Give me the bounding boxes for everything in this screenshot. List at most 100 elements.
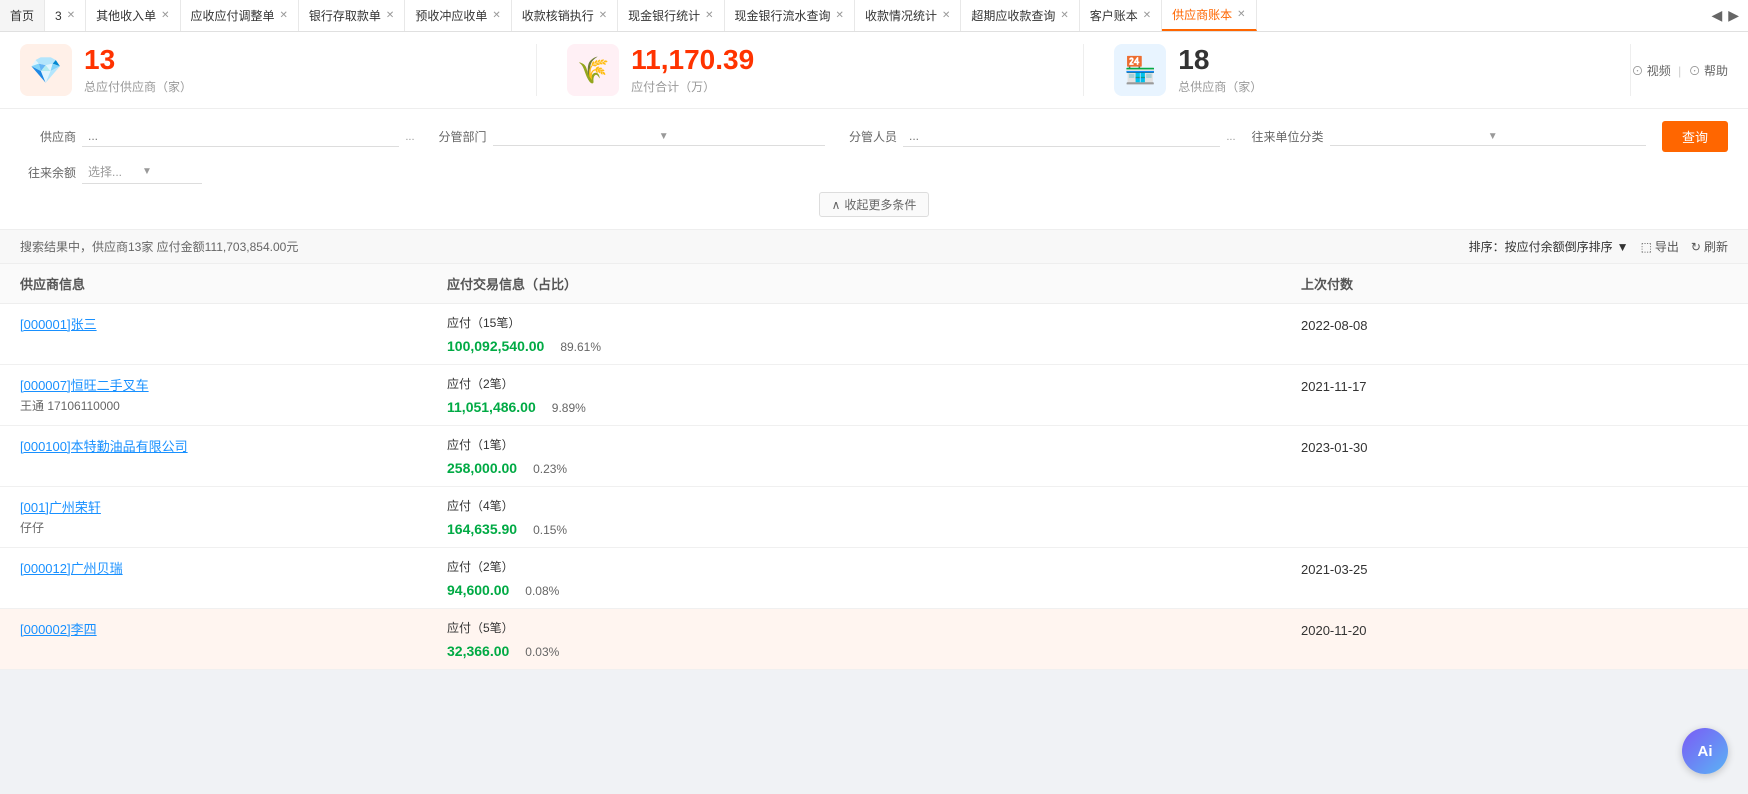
nav-left-arrow[interactable]: ◀ bbox=[1708, 7, 1725, 24]
supplier-expand-icon[interactable]: ... bbox=[405, 131, 414, 143]
nav-item-home[interactable]: 首页 bbox=[0, 0, 45, 31]
table-row: [000001]张三 应付（15笔） 100,092,540.00 89.61%… bbox=[0, 304, 1748, 365]
nav-item-cash-bank-stat[interactable]: 现金银行统计 ✕ bbox=[618, 0, 724, 31]
tx-row: 32,366.00 0.03% bbox=[447, 640, 1301, 659]
nav-item-overdue-ar[interactable]: 超期应收款查询 ✕ bbox=[961, 0, 1079, 31]
dept-select[interactable]: ▼ bbox=[493, 128, 826, 146]
supplier-info-cell: [000007]恒旺二手叉车 王通 17106110000 bbox=[20, 375, 447, 414]
circle-icon: ⊙ bbox=[1631, 64, 1643, 78]
tx-row: 100,092,540.00 89.61% bbox=[447, 335, 1301, 354]
ai-assistant-button[interactable]: Ai bbox=[1682, 728, 1728, 774]
supplier-link[interactable]: [000007]恒旺二手叉车 bbox=[20, 375, 447, 394]
payable-suppliers-number: 13 bbox=[84, 45, 192, 76]
nav-item-receipt-stat[interactable]: 收款情况统计 ✕ bbox=[855, 0, 961, 31]
nav-item-customer-ledger[interactable]: 客户账本 ✕ bbox=[1080, 0, 1162, 31]
nav-item-other-income[interactable]: 其他收入单 ✕ bbox=[86, 0, 180, 31]
last-pay-cell: 2020-11-20 bbox=[1301, 619, 1728, 638]
export-icon: ⬚ bbox=[1641, 240, 1652, 254]
tx-label: 应付（5笔） bbox=[447, 619, 1301, 636]
search-button[interactable]: 查询 bbox=[1662, 121, 1728, 152]
person-label: 分管人员 bbox=[841, 128, 897, 145]
close-icon[interactable]: ✕ bbox=[942, 10, 950, 21]
table-header: 供应商信息 应付交易信息（占比） 上次付数 bbox=[0, 264, 1748, 304]
tx-info-cell: 应付（15笔） 100,092,540.00 89.61% bbox=[447, 314, 1301, 354]
table-body: [000001]张三 应付（15笔） 100,092,540.00 89.61%… bbox=[0, 304, 1748, 670]
supplier-link[interactable]: [000001]张三 bbox=[20, 314, 447, 333]
video-help-links: ⊙ 视频 | ⊙ 帮助 bbox=[1631, 62, 1728, 79]
collapse-button[interactable]: ∧ 收起更多条件 bbox=[819, 192, 930, 217]
store-icon: 🏪 bbox=[1114, 44, 1166, 96]
nav-item-ar-ap-adjust[interactable]: 应收应付调整单 ✕ bbox=[181, 0, 299, 31]
person-input[interactable] bbox=[903, 126, 1220, 147]
filter-person: 分管人员 ... bbox=[841, 126, 1236, 147]
tx-pct: 0.23% bbox=[533, 462, 567, 476]
tx-row: 11,051,486.00 9.89% bbox=[447, 396, 1301, 415]
results-actions: 排序：按应付余额倒序排序 ▼ ⬚ 导出 ↻ 刷新 bbox=[1469, 238, 1728, 255]
export-button[interactable]: ⬚ 导出 bbox=[1641, 238, 1679, 255]
filter-row-1: 供应商 ... 分管部门 ▼ 分管人员 ... 往来单位分类 ▼ 查询 bbox=[20, 121, 1728, 152]
col-last-pay: 上次付数 bbox=[1301, 274, 1728, 293]
supplier-link[interactable]: [000100]本特勤油品有限公司 bbox=[20, 436, 447, 455]
tx-pct: 9.89% bbox=[552, 401, 586, 415]
tx-info-cell: 应付（2笔） 11,051,486.00 9.89% bbox=[447, 375, 1301, 415]
tx-info-cell: 应付（4笔） 164,635.90 0.15% bbox=[447, 497, 1301, 537]
nav-scroll-arrows: ◀ ▶ bbox=[1702, 7, 1748, 24]
table-row: [000100]本特勤油品有限公司 应付（1笔） 258,000.00 0.23… bbox=[0, 426, 1748, 487]
close-icon[interactable]: ✕ bbox=[492, 10, 500, 21]
tx-info-cell: 应付（5笔） 32,366.00 0.03% bbox=[447, 619, 1301, 659]
tx-row: 258,000.00 0.23% bbox=[447, 457, 1301, 476]
tx-amount: 11,051,486.00 bbox=[447, 399, 536, 415]
supplier-link[interactable]: [001]广州荣轩 bbox=[20, 497, 447, 516]
last-pay-cell bbox=[1301, 497, 1728, 501]
payable-total-label: 应付合计（万） bbox=[631, 78, 754, 95]
summary-bar: 💎 13 总应付供应商（家） 🌾 11,170.39 应付合计（万） 🏪 18 … bbox=[0, 32, 1748, 109]
supplier-info-cell: [001]广州荣轩 仔仔 bbox=[20, 497, 447, 536]
filter-balance: 往来余额 选择... ▼ bbox=[20, 160, 202, 184]
close-icon[interactable]: ✕ bbox=[280, 10, 288, 21]
nav-item-supplier-ledger[interactable]: 供应商账本 ✕ bbox=[1162, 0, 1256, 31]
nav-item-bank-deposit[interactable]: 银行存取款单 ✕ bbox=[299, 0, 405, 31]
close-icon[interactable]: ✕ bbox=[836, 10, 844, 21]
nav-item-cash-bank-query[interactable]: 现金银行流水查询 ✕ bbox=[725, 0, 855, 31]
filter-category: 往来单位分类 ▼ bbox=[1252, 128, 1647, 146]
video-link[interactable]: 视频 bbox=[1647, 64, 1671, 78]
nav-item-tab3[interactable]: 3 ✕ bbox=[45, 0, 86, 31]
collapse-row: ∧ 收起更多条件 bbox=[20, 192, 1728, 217]
refresh-button[interactable]: ↻ 刷新 bbox=[1691, 238, 1728, 255]
category-select[interactable]: ▼ bbox=[1330, 128, 1646, 146]
close-icon[interactable]: ✕ bbox=[161, 10, 169, 21]
person-expand-icon[interactable]: ... bbox=[1226, 131, 1235, 143]
nav-item-prepaid-offset[interactable]: 预收冲应收单 ✕ bbox=[405, 0, 511, 31]
close-icon[interactable]: ✕ bbox=[1060, 10, 1068, 21]
balance-label: 往来余额 bbox=[20, 164, 76, 181]
help-link[interactable]: 帮助 bbox=[1704, 64, 1728, 78]
balance-select[interactable]: 选择... ▼ bbox=[82, 160, 202, 184]
sort-dropdown[interactable]: 排序：按应付余额倒序排序 ▼ bbox=[1469, 238, 1629, 255]
top-navigation: 首页 3 ✕ 其他收入单 ✕ 应收应付调整单 ✕ 银行存取款单 ✕ 预收冲应收单… bbox=[0, 0, 1748, 32]
close-icon[interactable]: ✕ bbox=[386, 10, 394, 21]
last-pay-cell: 2023-01-30 bbox=[1301, 436, 1728, 455]
close-icon[interactable]: ✕ bbox=[67, 10, 75, 21]
close-icon[interactable]: ✕ bbox=[1237, 9, 1245, 20]
tx-amount: 100,092,540.00 bbox=[447, 338, 544, 354]
table-row: [000002]李四 应付（5笔） 32,366.00 0.03% 2020-1… bbox=[0, 609, 1748, 670]
close-icon[interactable]: ✕ bbox=[1143, 10, 1151, 21]
last-pay-cell: 2021-11-17 bbox=[1301, 375, 1728, 394]
tx-label: 应付（1笔） bbox=[447, 436, 1301, 453]
close-icon[interactable]: ✕ bbox=[705, 10, 713, 21]
nav-right-arrow[interactable]: ▶ bbox=[1725, 7, 1742, 24]
total-suppliers-label: 总供应商（家） bbox=[1178, 78, 1262, 95]
supplier-input[interactable] bbox=[82, 126, 399, 147]
supplier-link[interactable]: [000012]广州贝瑞 bbox=[20, 558, 447, 577]
supplier-sub: 王通 17106110000 bbox=[20, 397, 447, 414]
payable-suppliers-label: 总应付供应商（家） bbox=[84, 78, 192, 95]
table-row: [000012]广州贝瑞 应付（2笔） 94,600.00 0.08% 2021… bbox=[0, 548, 1748, 609]
supplier-label: 供应商 bbox=[20, 128, 76, 145]
supplier-link[interactable]: [000002]李四 bbox=[20, 619, 447, 638]
nav-item-receipt-writeoff[interactable]: 收款核销执行 ✕ bbox=[512, 0, 618, 31]
tx-amount: 258,000.00 bbox=[447, 460, 517, 476]
supplier-info-cell: [000002]李四 bbox=[20, 619, 447, 638]
tx-amount: 94,600.00 bbox=[447, 582, 509, 598]
close-icon[interactable]: ✕ bbox=[599, 10, 607, 21]
chevron-down-icon3: ▼ bbox=[142, 166, 196, 177]
